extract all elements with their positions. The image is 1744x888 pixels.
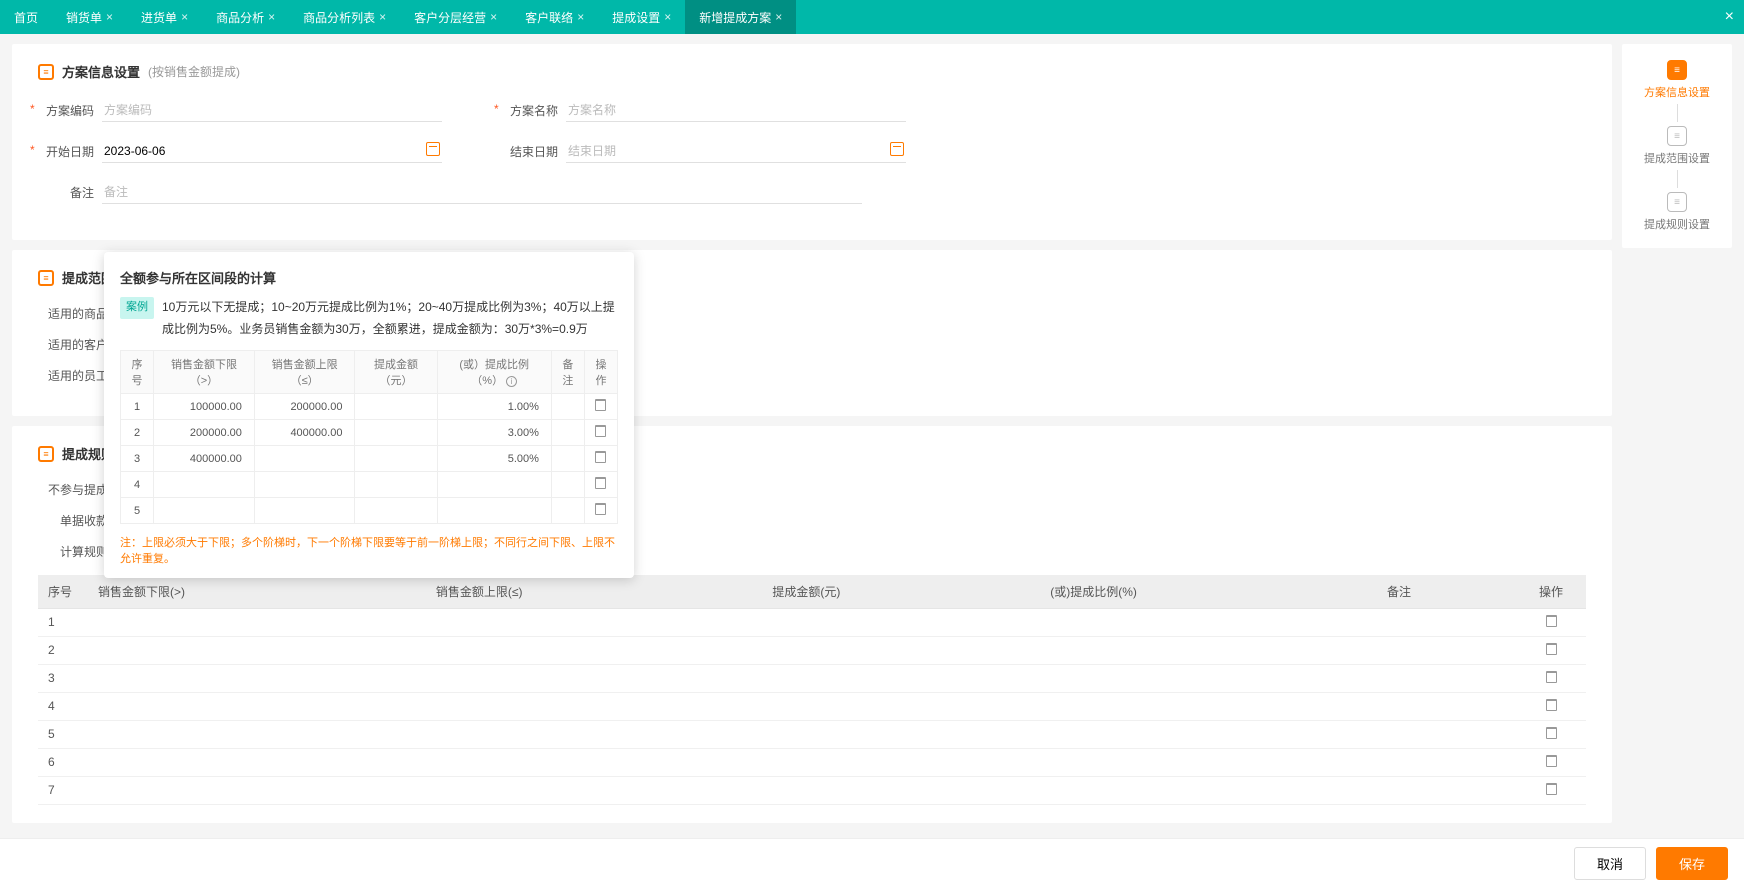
section-icon: ≡ [38, 270, 54, 286]
table-row[interactable]: 5 [38, 720, 1586, 748]
tab-close-icon[interactable]: × [490, 10, 497, 24]
anchor-nav: ≡方案信息设置 ≡提成范围设置 ≡提成规则设置 [1622, 44, 1732, 248]
tab-进货单[interactable]: 进货单× [127, 0, 202, 34]
tab-客户联络[interactable]: 客户联络× [511, 0, 598, 34]
input-code[interactable] [102, 99, 442, 122]
section-icon: ≡ [38, 64, 54, 80]
label-scope-staff: 适用的员工 [38, 367, 108, 384]
top-tab-bar: 首页销货单×进货单×商品分析×商品分析列表×客户分层经营×客户联络×提成设置×新… [0, 0, 1744, 34]
table-row[interactable]: 1 [38, 608, 1586, 636]
delete-icon[interactable] [1546, 643, 1557, 655]
delete-icon[interactable] [1546, 615, 1557, 627]
delete-icon[interactable] [1546, 727, 1557, 739]
tab-新增提成方案[interactable]: 新增提成方案× [685, 0, 796, 34]
label-end: 结束日期 [502, 143, 558, 160]
anchor-方案信息设置[interactable]: ≡方案信息设置 [1628, 60, 1726, 100]
save-button[interactable]: 保存 [1656, 847, 1728, 880]
delete-icon[interactable] [595, 425, 606, 437]
label-code: 方案编码 [38, 102, 94, 119]
table-row[interactable]: 3 [38, 664, 1586, 692]
calendar-icon[interactable] [426, 142, 440, 156]
tab-close-icon[interactable]: × [577, 10, 584, 24]
input-name[interactable] [566, 99, 906, 122]
label-scope-goods: 适用的商品 [38, 305, 108, 322]
calendar-icon[interactable] [890, 142, 904, 156]
delete-icon[interactable] [1546, 699, 1557, 711]
section-icon: ≡ [38, 446, 54, 462]
table-row: 5 [121, 498, 618, 524]
delete-icon[interactable] [595, 477, 606, 489]
footer-bar: 取消 保存 [0, 838, 1744, 888]
label-scope-customer: 适用的客户 [38, 336, 108, 353]
tab-close-icon[interactable]: × [775, 10, 782, 24]
delete-icon[interactable] [1546, 783, 1557, 795]
anchor-icon: ≡ [1667, 192, 1687, 212]
popover-title: 全额参与所在区间段的计算 [120, 268, 618, 287]
delete-icon[interactable] [1546, 755, 1557, 767]
info-icon[interactable]: i [506, 376, 517, 387]
table-row[interactable]: 6 [38, 748, 1586, 776]
popover-note: 注：上限必须大于下限；多个阶梯时，下一个阶梯下限要等于前一阶梯上限；不同行之间下… [120, 534, 618, 566]
tab-close-icon[interactable]: × [379, 10, 386, 24]
label-name: 方案名称 [502, 102, 558, 119]
tab-close-icon[interactable]: × [181, 10, 188, 24]
delete-icon[interactable] [595, 451, 606, 463]
tab-close-icon[interactable]: × [106, 10, 113, 24]
delete-icon[interactable] [595, 399, 606, 411]
panel-plan-info: ≡ 方案信息设置 (按销售金额提成) 方案编码 方案名称 开始日期 [12, 44, 1612, 240]
table-row: 3400000.005.00% [121, 446, 618, 472]
label-collect: 单据收款 [38, 512, 108, 529]
example-text: 10万元以下无提成；10~20万元提成比例为1%；20~40万提成比例为3%；4… [162, 297, 618, 340]
label-exclude: 不参与提成 [38, 481, 108, 498]
close-all-icon[interactable]: × [1725, 0, 1734, 34]
example-table: 序号销售金额下限（>）销售金额上限（≤）提成金额（元）(或）提成比例（%） i备… [120, 350, 618, 524]
anchor-icon: ≡ [1667, 60, 1687, 80]
example-tag: 案例 [120, 297, 154, 319]
table-row: 1100000.00200000.001.00% [121, 394, 618, 420]
delete-icon[interactable] [595, 503, 606, 515]
tab-close-icon[interactable]: × [268, 10, 275, 24]
tab-商品分析[interactable]: 商品分析× [202, 0, 289, 34]
table-row: 2200000.00400000.003.00% [121, 420, 618, 446]
delete-icon[interactable] [1546, 671, 1557, 683]
tab-close-icon[interactable]: × [664, 10, 671, 24]
anchor-提成规则设置[interactable]: ≡提成规则设置 [1628, 192, 1726, 232]
input-start-date[interactable] [102, 140, 442, 163]
tab-商品分析列表[interactable]: 商品分析列表× [289, 0, 400, 34]
panel-subtitle: (按销售金额提成) [148, 63, 240, 80]
input-end-date[interactable] [566, 140, 906, 163]
tab-首页[interactable]: 首页 [0, 0, 52, 34]
cancel-button[interactable]: 取消 [1574, 847, 1646, 880]
tab-销货单[interactable]: 销货单× [52, 0, 127, 34]
label-remark: 备注 [38, 184, 94, 201]
table-row[interactable]: 4 [38, 692, 1586, 720]
tab-客户分层经营[interactable]: 客户分层经营× [400, 0, 511, 34]
input-remark[interactable] [102, 181, 862, 204]
example-popover: 全额参与所在区间段的计算 案例 10万元以下无提成；10~20万元提成比例为1%… [104, 252, 634, 578]
label-start: 开始日期 [38, 143, 94, 160]
anchor-icon: ≡ [1667, 126, 1687, 146]
tab-提成设置[interactable]: 提成设置× [598, 0, 685, 34]
table-row[interactable]: 2 [38, 636, 1586, 664]
rule-table: 序号销售金额下限(>)销售金额上限(≤)提成金额(元)(或)提成比例(%)备注操… [38, 575, 1586, 805]
anchor-提成范围设置[interactable]: ≡提成范围设置 [1628, 126, 1726, 166]
label-calc: 计算规则 [38, 543, 108, 560]
table-row[interactable]: 7 [38, 776, 1586, 804]
table-row: 4 [121, 472, 618, 498]
panel-title: 方案信息设置 [62, 62, 140, 81]
